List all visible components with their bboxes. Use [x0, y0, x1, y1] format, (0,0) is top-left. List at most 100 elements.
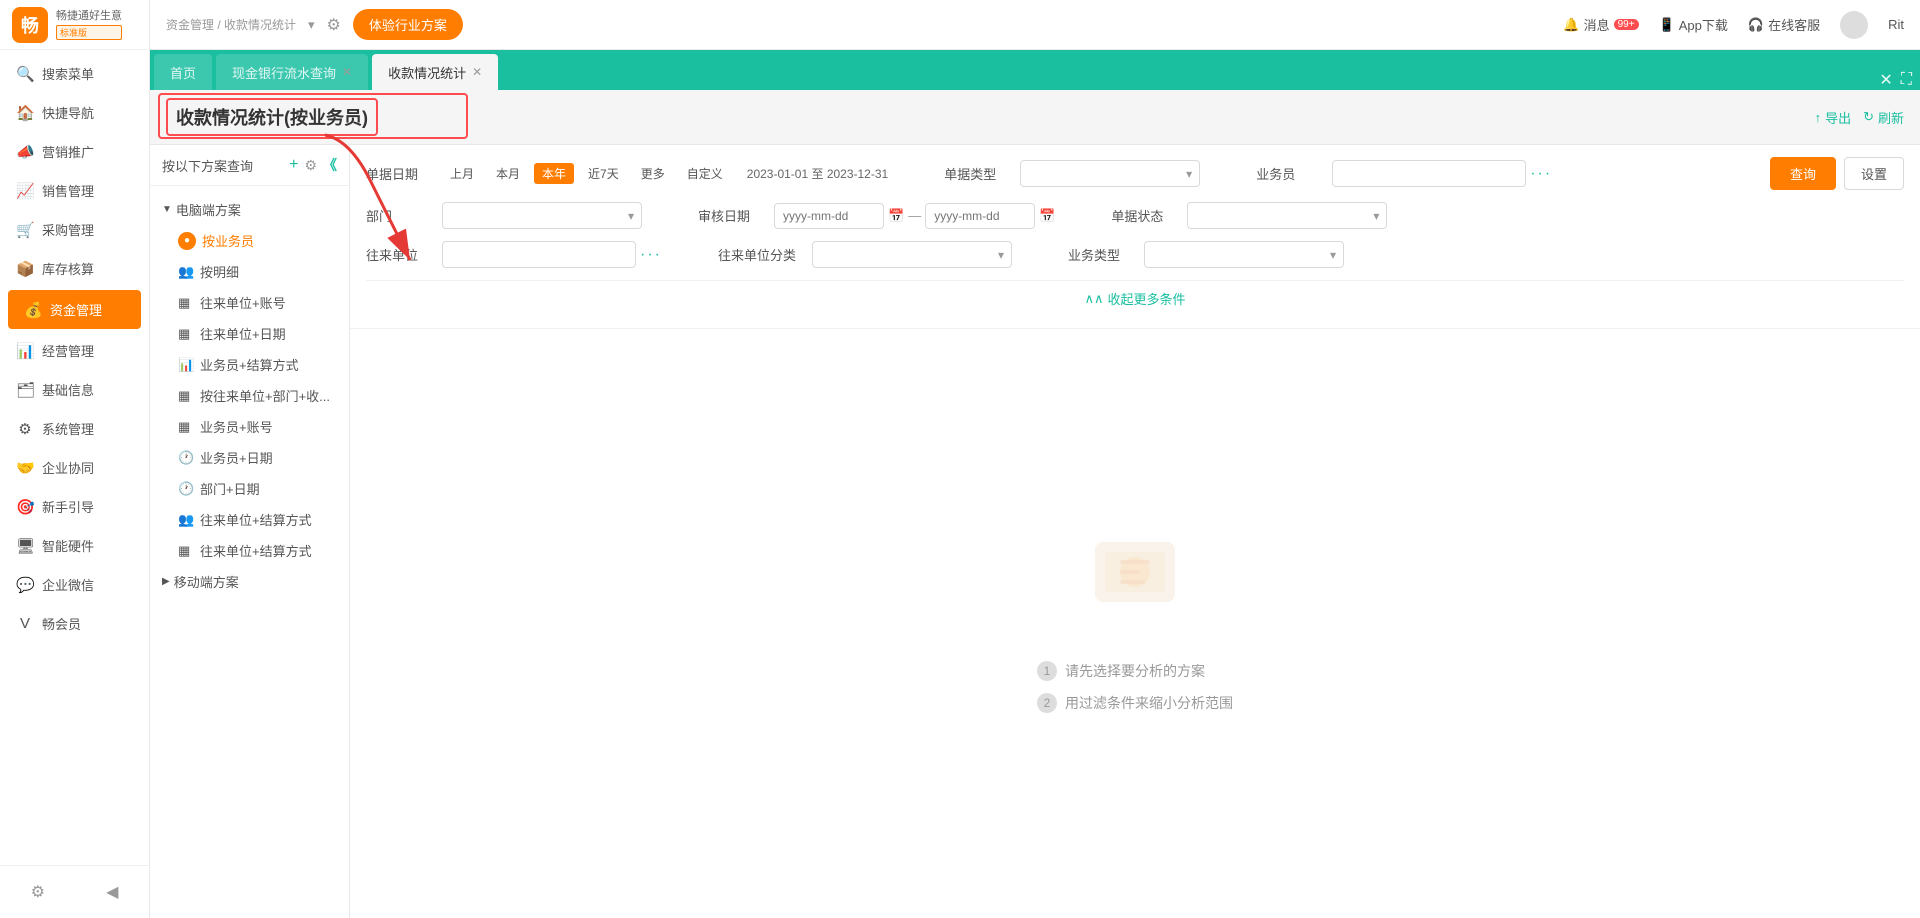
receipts-tab-label: 收款情况统计 [388, 63, 466, 82]
filter-area: 单据日期 上月 本月 本年 近7天 更多 自定义 2023-01-01 至 20… [350, 145, 1920, 329]
sidebar-item-sales[interactable]: 📈 销售管理 [0, 171, 149, 210]
tree-item-label-partner-account: 往来单位+账号 [200, 293, 286, 312]
date-shortcut-more[interactable]: 更多 [633, 163, 673, 184]
date-shortcut-custom[interactable]: 自定义 [679, 163, 731, 184]
dept-label: 部门 [366, 206, 426, 225]
sidebar-bottom: ⚙ ◀ [0, 865, 149, 918]
sidebar-item-purchase[interactable]: 🛒 采购管理 [0, 210, 149, 249]
date-shortcut-this-month[interactable]: 本月 [488, 163, 528, 184]
date-shortcut-this-year[interactable]: 本年 [534, 163, 574, 184]
query-btn[interactable]: 查询 [1770, 157, 1836, 190]
panel-add-btn[interactable]: + [289, 156, 298, 174]
sidebar-collapse-btn[interactable]: ◀ [98, 874, 126, 910]
filter-row-partner: 往来单位 ··· 往来单位分类 业务类型 [366, 241, 1904, 268]
tree-item-partner-dept-receipt[interactable]: ▦ 按往来单位+部门+收... [150, 380, 349, 411]
tree-group-mobile-header[interactable]: ▶ 移动端方案 [150, 566, 349, 597]
app-download-btn[interactable]: 📱 App下载 [1659, 15, 1728, 34]
salesperson-label: 业务员 [1256, 164, 1316, 183]
user-name[interactable]: Rit [1888, 17, 1904, 32]
headset-icon: 🎧 [1748, 17, 1764, 33]
action-buttons: 查询 设置 [1770, 157, 1904, 190]
tree-item-salesperson-date[interactable]: 🕐 业务员+日期 [150, 442, 349, 473]
user-avatar[interactable] [1840, 11, 1868, 39]
calendar-icon-end[interactable]: 📅 [1039, 208, 1055, 224]
date-shortcut-last-month[interactable]: 上月 [442, 163, 482, 184]
notification-btn[interactable]: 🔔 消息 99+ [1563, 15, 1638, 34]
calendar-icon-start[interactable]: 📅 [888, 208, 904, 224]
customer-service-btn[interactable]: 🎧 在线客服 [1748, 15, 1820, 34]
sidebar-item-member[interactable]: V 畅会员 [0, 604, 149, 643]
partner-more-btn[interactable]: ··· [640, 246, 662, 264]
tree-item-partner-settlement2[interactable]: ▦ 往来单位+结算方式 [150, 535, 349, 566]
sidebar-item-quicknav[interactable]: 🏠 快捷导航 [0, 93, 149, 132]
step-2-text: 用过滤条件来缩小分析范围 [1065, 693, 1233, 713]
tab-receipts[interactable]: 收款情况统计 ✕ [372, 54, 498, 90]
salesperson-input-group: ··· [1332, 160, 1552, 187]
sidebar-item-guide[interactable]: 🎯 新手引导 [0, 487, 149, 526]
sidebar-item-collab[interactable]: 🤝 企业协同 [0, 448, 149, 487]
header-settings-icon[interactable]: ⚙ [327, 15, 341, 35]
tab-bank[interactable]: 现金银行流水查询 ✕ [216, 54, 368, 90]
partner-input[interactable] [442, 241, 636, 268]
partner-category-select[interactable] [812, 241, 1012, 268]
panel-settings-icon[interactable]: ⚙ [304, 157, 317, 174]
sidebar-item-basic[interactable]: 🗂 基础信息 [0, 370, 149, 409]
sidebar-item-system[interactable]: ⚙ 系统管理 [0, 409, 149, 448]
bell-icon: 🔔 [1563, 17, 1579, 33]
collapse-bar[interactable]: ∧∧ 收起更多条件 [366, 280, 1904, 316]
partner-category-select-wrapper [812, 241, 1012, 268]
tree-item-by-salesperson[interactable]: ● 按业务员 [150, 225, 349, 256]
sidebar-settings-btn[interactable]: ⚙ [23, 874, 53, 910]
business-type-select[interactable] [1144, 241, 1344, 268]
salesperson-more-btn[interactable]: ··· [1530, 165, 1552, 183]
tree-item-partner-account[interactable]: ▦ 往来单位+账号 [150, 287, 349, 318]
salesperson-input[interactable] [1332, 160, 1526, 187]
panel-collapse-icon[interactable]: 《 [323, 155, 337, 175]
left-panel: 按以下方案查询 + ⚙ 《 ▼ 电脑端方案 [150, 145, 350, 918]
tree-item-label-dept-date: 部门+日期 [200, 479, 260, 498]
tree-item-salesperson-settlement[interactable]: 📊 业务员+结算方式 [150, 349, 349, 380]
tree-item-dept-date[interactable]: 🕐 部门+日期 [150, 473, 349, 504]
sidebar-item-operations[interactable]: 📊 经营管理 [0, 331, 149, 370]
app-download-label: App下载 [1679, 15, 1728, 34]
tree-item-salesperson-account[interactable]: ▦ 业务员+账号 [150, 411, 349, 442]
trial-btn[interactable]: 体验行业方案 [353, 9, 463, 40]
filter-row-dept: 部门 审核日期 📅 — 📅 [366, 202, 1904, 229]
doc-status-select[interactable] [1187, 202, 1387, 229]
breadcrumb-dropdown-icon[interactable]: ▾ [308, 17, 315, 33]
tree-group-desktop-header[interactable]: ▼ 电脑端方案 [150, 194, 349, 225]
refresh-btn[interactable]: ↻ 刷新 [1863, 108, 1904, 127]
sidebar-item-finance[interactable]: 💰 资金管理 [8, 290, 141, 329]
tab-close-all[interactable]: ✕ [1879, 70, 1892, 90]
step-1-text: 请先选择要分析的方案 [1065, 661, 1205, 681]
tab-maximize[interactable]: ⛶ [1901, 71, 1912, 89]
nav-label-operations: 经营管理 [42, 341, 94, 360]
tree-item-partner-date[interactable]: ▦ 往来单位+日期 [150, 318, 349, 349]
partner-date-icon: ▦ [178, 326, 194, 342]
tab-home[interactable]: 首页 [154, 54, 212, 90]
doc-type-select[interactable] [1020, 160, 1200, 187]
partner-category-label: 往来单位分类 [718, 245, 796, 264]
dept-select[interactable] [442, 202, 642, 229]
sidebar-item-inventory[interactable]: 📦 库存核算 [0, 249, 149, 288]
date-dash: — [908, 208, 921, 223]
tree-item-partner-settlement1[interactable]: 👥 往来单位+结算方式 [150, 504, 349, 535]
search-icon: 🔍 [16, 65, 34, 83]
settings-btn[interactable]: 设置 [1844, 157, 1904, 190]
audit-date-end[interactable] [925, 203, 1035, 229]
logo-area: 畅 畅捷通好生意 标准版 [0, 0, 149, 50]
bank-tab-label: 现金银行流水查询 [232, 63, 336, 82]
tree-item-by-detail[interactable]: 👥 按明细 [150, 256, 349, 287]
sidebar-item-hardware[interactable]: 🖥 智能硬件 [0, 526, 149, 565]
date-shortcut-7days[interactable]: 近7天 [580, 163, 627, 184]
tab-bar: 首页 现金银行流水查询 ✕ 收款情况统计 ✕ ✕ ⛶ [150, 50, 1920, 90]
sidebar-item-marketing[interactable]: 📣 营销推广 [0, 132, 149, 171]
sidebar-item-wechat[interactable]: 💬 企业微信 [0, 565, 149, 604]
partner-account-icon: ▦ [178, 295, 194, 311]
export-btn[interactable]: ↑ 导出 [1815, 108, 1852, 127]
nav-label-marketing: 营销推广 [42, 142, 94, 161]
bank-tab-close[interactable]: ✕ [342, 65, 352, 79]
receipts-tab-close[interactable]: ✕ [472, 65, 482, 79]
sidebar-item-search[interactable]: 🔍 搜索菜单 [0, 54, 149, 93]
audit-date-start[interactable] [774, 203, 884, 229]
